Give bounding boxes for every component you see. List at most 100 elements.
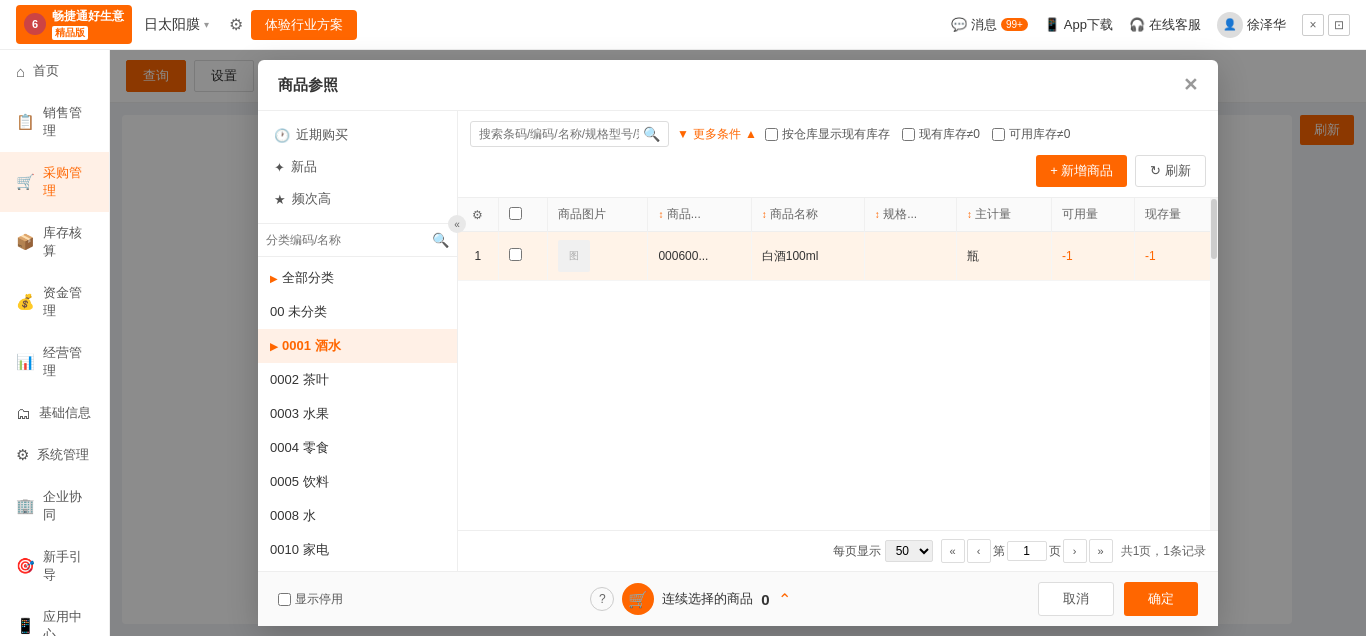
cart-icon-button[interactable]: 🛒 (622, 583, 654, 615)
arrow-icon-0001: ▶ (270, 341, 278, 352)
category-item-0001[interactable]: ▶ 0001 酒水 (258, 329, 457, 363)
col-code[interactable]: ↕ 商品... (648, 198, 751, 232)
last-page-button[interactable]: » (1089, 539, 1113, 563)
checkbox-stock-ne0[interactable]: 现有库存≠0 (902, 126, 980, 143)
checkbox-warehouse[interactable]: 按仓库显示现有库存 (765, 126, 890, 143)
category-item-all[interactable]: ▶ 全部分类 (258, 261, 457, 295)
col-unit[interactable]: ↕ 主计量 (956, 198, 1051, 232)
sidebar-item-purchase[interactable]: 🛒 采购管理 (0, 152, 109, 212)
nav-user[interactable]: 👤 徐泽华 (1217, 12, 1286, 38)
collapse-panel-button[interactable]: « (448, 215, 466, 233)
quick-tab-recent-label: 近期购买 (296, 126, 348, 144)
help-button[interactable]: ? (590, 587, 614, 611)
display-disabled-checkbox[interactable]: 显示停用 (278, 591, 343, 608)
expand-window-button[interactable]: ⊡ (1328, 14, 1350, 36)
table-row[interactable]: 1 图 000600... (458, 232, 1218, 281)
page-info: 共1页，1条记录 (1121, 543, 1206, 560)
category-search-icon[interactable]: 🔍 (432, 232, 449, 248)
cart-collapse-button[interactable]: ⌃ (778, 590, 791, 609)
quick-tab-frequent[interactable]: ★ 频次高 (266, 183, 449, 215)
row-unit: 瓶 (956, 232, 1051, 281)
checkbox-stock-ne0-input[interactable] (902, 128, 915, 141)
sidebar-item-home[interactable]: ⌂ 首页 (0, 50, 109, 92)
category-search-input[interactable] (266, 233, 426, 247)
nav-online-service[interactable]: 🎧 在线客服 (1129, 16, 1201, 34)
quick-tab-recent[interactable]: 🕐 近期购买 (266, 119, 449, 151)
category-item-0003[interactable]: 0003 水果 (258, 397, 457, 431)
cancel-button[interactable]: 取消 (1038, 582, 1114, 616)
filter-button[interactable]: ▼ 更多条件 ▲ (677, 126, 757, 143)
sidebar-item-newbie[interactable]: 🎯 新手引导 (0, 536, 109, 596)
first-page-button[interactable]: « (941, 539, 965, 563)
sidebar-item-enterprise[interactable]: 🏢 企业协同 (0, 476, 109, 536)
category-item-00[interactable]: 00 未分类 (258, 295, 457, 329)
row-available: -1 (1052, 232, 1135, 281)
sidebar-item-system[interactable]: ⚙ 系统管理 (0, 434, 109, 476)
scrollbar[interactable] (1210, 198, 1218, 530)
category-item-0005[interactable]: 0005 饮料 (258, 465, 457, 499)
sidebar-item-operations[interactable]: 📊 经营管理 (0, 332, 109, 392)
gear-icon[interactable]: ⚙ (221, 15, 251, 34)
nav-dropdown[interactable]: 日太阳膜 ▾ (132, 16, 221, 34)
category-item-0010[interactable]: 0010 家电 (258, 533, 457, 567)
modal-close-button[interactable]: ✕ (1183, 74, 1198, 96)
sidebar-label-enterprise: 企业协同 (43, 488, 93, 524)
nav-cta-button[interactable]: 体验行业方案 (251, 10, 357, 40)
recent-icon: 🕐 (274, 128, 290, 143)
modal-body: 🕐 近期购买 ✦ 新品 ★ 频次高 (258, 111, 1218, 571)
checkbox-available-ne0-input[interactable] (992, 128, 1005, 141)
sidebar-item-finance[interactable]: 💰 资金管理 (0, 272, 109, 332)
category-label-0005: 0005 饮料 (270, 473, 329, 491)
row-checkbox[interactable] (498, 232, 547, 281)
system-icon: ⚙ (16, 446, 29, 464)
search-input[interactable] (479, 127, 639, 141)
filter-label: 更多条件 (693, 126, 741, 143)
close-window-button[interactable]: × (1302, 14, 1324, 36)
quick-tab-new[interactable]: ✦ 新品 (266, 151, 449, 183)
row-stock: -1 (1135, 232, 1218, 281)
row-num: 1 (458, 232, 498, 281)
user-avatar: 👤 (1217, 12, 1243, 38)
display-disabled-input[interactable] (278, 593, 291, 606)
col-spec[interactable]: ↕ 规格... (864, 198, 956, 232)
phone-icon: 📱 (1044, 17, 1060, 32)
add-product-button[interactable]: + 新增商品 (1036, 155, 1127, 187)
confirm-button[interactable]: 确定 (1124, 582, 1198, 616)
nav-messages[interactable]: 💬 消息 99+ (951, 16, 1028, 34)
search-box: 🔍 (470, 121, 669, 147)
checkbox-stock-ne0-label: 现有库存≠0 (919, 126, 980, 143)
next-page-button[interactable]: › (1063, 539, 1087, 563)
arrow-icon: ▶ (270, 273, 278, 284)
sidebar-label-operations: 经营管理 (43, 344, 93, 380)
sidebar-item-basic[interactable]: 🗂 基础信息 (0, 392, 109, 434)
refresh-button[interactable]: ↻ 刷新 (1135, 155, 1206, 187)
sales-icon: 📋 (16, 113, 35, 131)
checkbox-available-ne0[interactable]: 可用库存≠0 (992, 126, 1070, 143)
cart-area: ? 🛒 连续选择的商品 0 ⌃ (590, 583, 790, 615)
category-item-0004[interactable]: 0004 零食 (258, 431, 457, 465)
sidebar-item-inventory[interactable]: 📦 库存核算 (0, 212, 109, 272)
category-item-0008[interactable]: 0008 水 (258, 499, 457, 533)
page-number-input[interactable] (1007, 541, 1047, 561)
sidebar-item-sales[interactable]: 📋 销售管理 (0, 92, 109, 152)
logo-badge: 精品版 (52, 26, 88, 40)
checkbox-warehouse-input[interactable] (765, 128, 778, 141)
footer-right: 取消 确定 (1038, 582, 1198, 616)
checkbox-group: 按仓库显示现有库存 现有库存≠0 可用库存≠0 (765, 126, 1071, 143)
nav-app-download[interactable]: 📱 App下载 (1044, 16, 1113, 34)
per-page-dropdown[interactable]: 50 (885, 540, 933, 562)
checkbox-warehouse-label: 按仓库显示现有库存 (782, 126, 890, 143)
select-all-checkbox[interactable] (509, 207, 522, 220)
home-icon: ⌂ (16, 63, 25, 80)
sidebar-item-appcenter[interactable]: 📱 应用中心 (0, 596, 109, 636)
star-icon: ★ (274, 192, 286, 207)
prev-page-button[interactable]: ‹ (967, 539, 991, 563)
quick-tab-new-label: 新品 (291, 158, 317, 176)
sidebar-label-sales: 销售管理 (43, 104, 93, 140)
nav-right: 💬 消息 99+ 📱 App下载 🎧 在线客服 👤 徐泽华 × ⊡ (951, 12, 1350, 38)
col-name[interactable]: ↕ 商品名称 (751, 198, 864, 232)
row-image: 图 (547, 232, 647, 281)
category-search: 🔍 (258, 224, 457, 257)
category-item-0002[interactable]: 0002 茶叶 (258, 363, 457, 397)
search-icon[interactable]: 🔍 (643, 126, 660, 142)
